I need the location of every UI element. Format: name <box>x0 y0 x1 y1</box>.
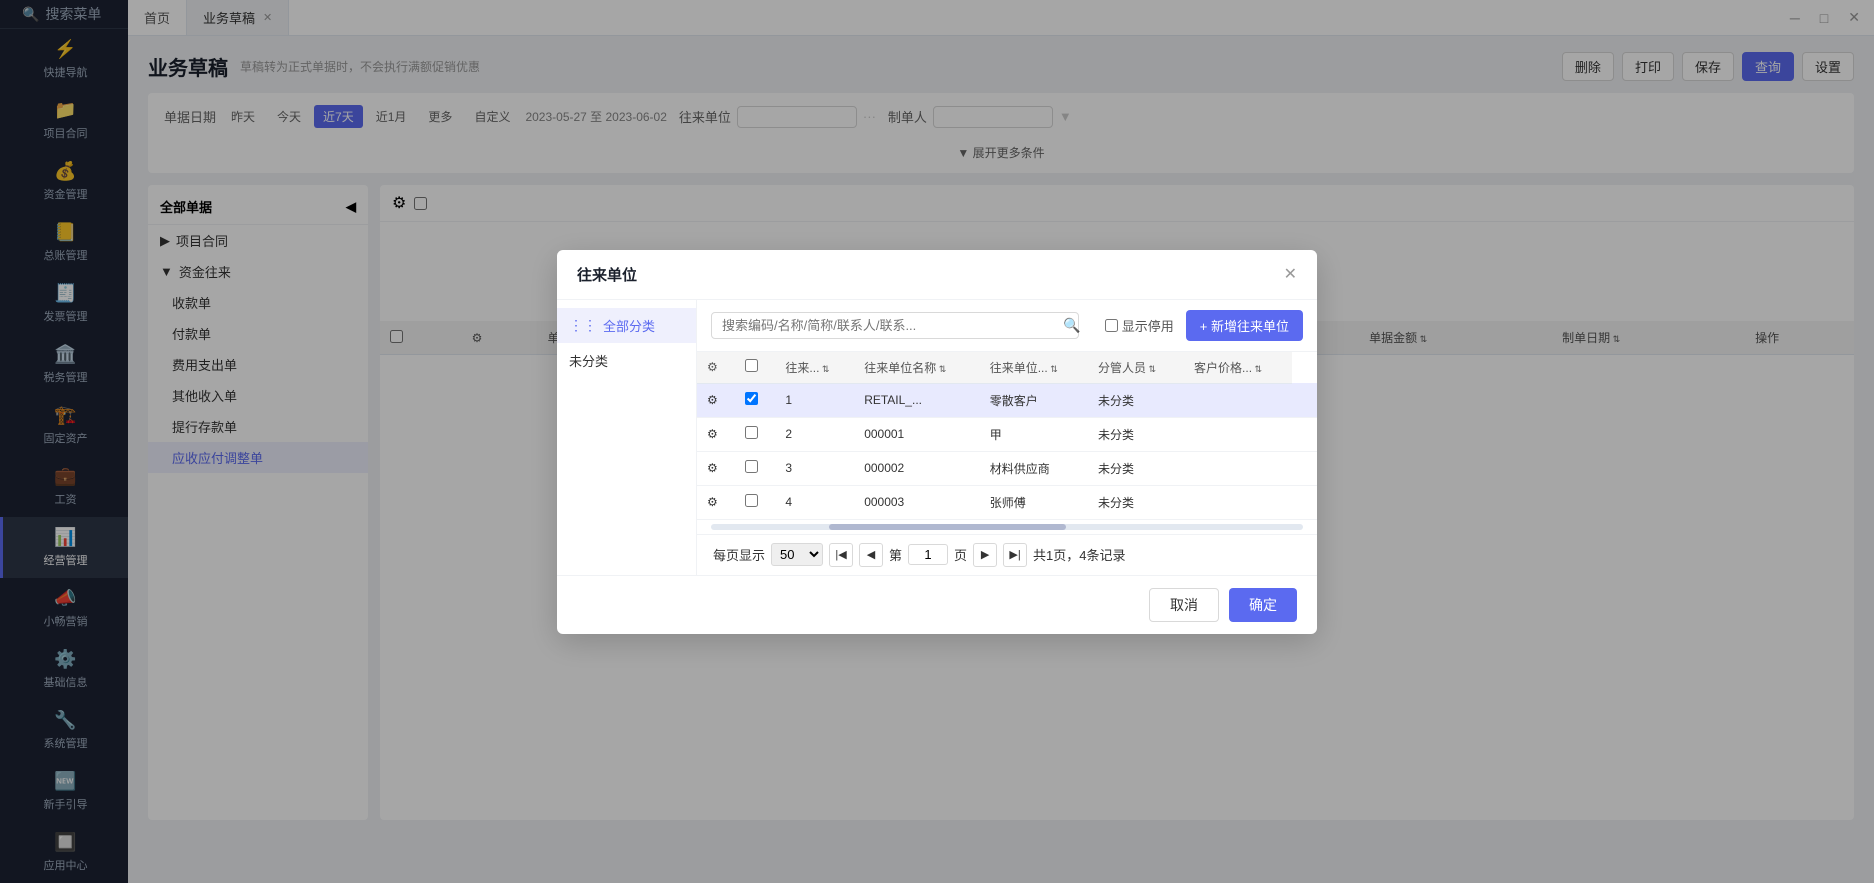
show-disabled-label[interactable]: 显示停用 <box>1105 316 1174 335</box>
first-page-btn[interactable]: |◀ <box>829 543 853 567</box>
modal-table-row[interactable]: ⚙ 3 000002 材料供应商 未分类 <box>697 451 1317 485</box>
row-category: 未分类 <box>1088 383 1184 417</box>
modal-partner: 往来单位 ✕ ⋮⋮ 全部分类 未分类 🔍 <box>557 250 1317 634</box>
row-name: 零散客户 <box>980 383 1088 417</box>
modal-header: 往来单位 ✕ <box>557 250 1317 300</box>
show-disabled-checkbox[interactable] <box>1105 319 1118 332</box>
page-input[interactable] <box>908 544 948 565</box>
modal-overlay[interactable]: 往来单位 ✕ ⋮⋮ 全部分类 未分类 🔍 <box>0 0 1874 883</box>
next-page-btn[interactable]: ▶ <box>973 543 997 567</box>
modal-actions: 取消 确定 <box>557 575 1317 634</box>
row-settings: ⚙ <box>697 485 735 519</box>
per-page-label: 每页显示 <box>713 545 765 564</box>
row-code: 000001 <box>854 417 980 451</box>
add-partner-button[interactable]: + 新增往来单位 <box>1186 310 1303 341</box>
grid-icon: ⋮⋮ <box>569 317 597 334</box>
cancel-button[interactable]: 取消 <box>1149 588 1219 622</box>
row-name: 材料供应商 <box>980 451 1088 485</box>
category-uncat-label: 未分类 <box>569 351 608 370</box>
row-settings: ⚙ <box>697 451 735 485</box>
modal-col-sales[interactable]: 分管人员 <box>1088 352 1184 384</box>
prev-page-btn[interactable]: ◀ <box>859 543 883 567</box>
row-code: 000002 <box>854 451 980 485</box>
category-all-label: 全部分类 <box>603 316 655 335</box>
modal-table: ⚙ 往来... 往来单位名称 往来单位... 分管人员 客户价格... ⚙ <box>697 352 1317 520</box>
row-code: RETAIL_... <box>854 383 980 417</box>
page-label-di: 第 <box>889 545 902 564</box>
modal-col-price[interactable]: 客户价格... <box>1184 352 1292 384</box>
row-sales <box>1184 451 1292 485</box>
modal-right-panel: 🔍 显示停用 + 新增往来单位 ⚙ 往来... <box>697 300 1317 575</box>
row-id: 3 <box>775 451 854 485</box>
row-name: 甲 <box>980 417 1088 451</box>
modal-search-input[interactable] <box>711 312 1079 339</box>
row-price <box>1292 417 1317 451</box>
row-id: 1 <box>775 383 854 417</box>
modal-body: ⋮⋮ 全部分类 未分类 🔍 显示停用 + 新增往来单位 <box>557 300 1317 575</box>
row-price <box>1292 451 1317 485</box>
row-sales <box>1184 485 1292 519</box>
last-page-btn[interactable]: ▶| <box>1003 543 1027 567</box>
modal-select-all[interactable] <box>745 359 758 372</box>
row-code: 000003 <box>854 485 980 519</box>
confirm-button[interactable]: 确定 <box>1229 588 1297 622</box>
row-name: 张师傅 <box>980 485 1088 519</box>
modal-table-row[interactable]: ⚙ 1 RETAIL_... 零散客户 未分类 <box>697 383 1317 417</box>
row-checkbox[interactable] <box>735 417 776 451</box>
modal-col-category[interactable]: 往来单位... <box>980 352 1088 384</box>
modal-category-all[interactable]: ⋮⋮ 全部分类 <box>557 308 696 343</box>
row-sales <box>1184 417 1292 451</box>
modal-title: 往来单位 <box>577 264 637 285</box>
row-price <box>1292 383 1317 417</box>
row-id: 2 <box>775 417 854 451</box>
row-checkbox[interactable] <box>735 451 776 485</box>
modal-table-row[interactable]: ⚙ 4 000003 张师傅 未分类 <box>697 485 1317 519</box>
modal-table-wrap: ⚙ 往来... 往来单位名称 往来单位... 分管人员 客户价格... ⚙ <box>697 352 1317 534</box>
row-sales <box>1184 383 1292 417</box>
modal-col-code[interactable]: 往来... <box>775 352 854 384</box>
modal-col-settings: ⚙ <box>697 352 735 384</box>
row-checkbox[interactable] <box>735 485 776 519</box>
row-category: 未分类 <box>1088 485 1184 519</box>
modal-category-panel: ⋮⋮ 全部分类 未分类 <box>557 300 697 575</box>
row-category: 未分类 <box>1088 417 1184 451</box>
row-id: 4 <box>775 485 854 519</box>
modal-col-name[interactable]: 往来单位名称 <box>854 352 980 384</box>
modal-table-row[interactable]: ⚙ 2 000001 甲 未分类 <box>697 417 1317 451</box>
modal-search-bar: 🔍 显示停用 + 新增往来单位 <box>697 300 1317 352</box>
modal-search-icon[interactable]: 🔍 <box>1063 317 1080 334</box>
row-settings: ⚙ <box>697 383 735 417</box>
modal-pagination: 每页显示 50 100 |◀ ◀ 第 页 ▶ ▶| 共1页，4条记录 <box>697 534 1317 575</box>
modal-category-uncat[interactable]: 未分类 <box>557 343 696 378</box>
page-label-ye: 页 <box>954 545 967 564</box>
row-checkbox[interactable] <box>735 383 776 417</box>
row-category: 未分类 <box>1088 451 1184 485</box>
per-page-select[interactable]: 50 100 <box>771 543 823 566</box>
pagination-controls: 每页显示 50 100 |◀ ◀ 第 页 ▶ ▶| 共1页，4条记录 <box>713 543 1126 567</box>
row-settings: ⚙ <box>697 417 735 451</box>
modal-col-checkbox <box>735 352 776 384</box>
modal-close-button[interactable]: ✕ <box>1284 264 1297 284</box>
row-price <box>1292 485 1317 519</box>
total-info: 共1页，4条记录 <box>1033 545 1125 564</box>
